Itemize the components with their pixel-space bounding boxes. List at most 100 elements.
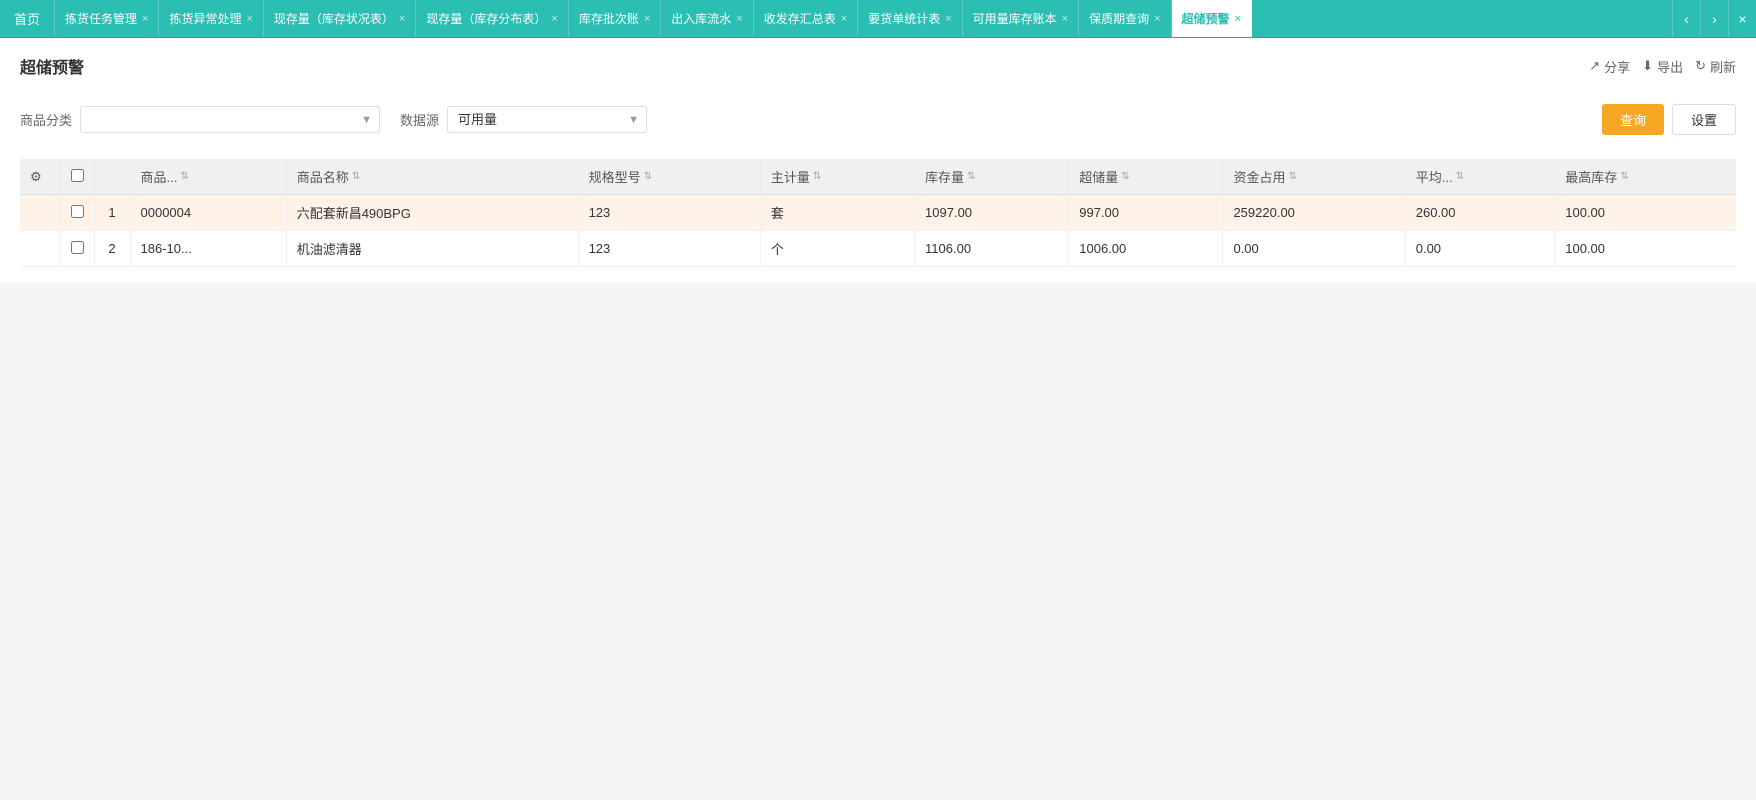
row-capital: 0.00 (1223, 231, 1405, 267)
row-gear-cell (20, 231, 60, 267)
nav-tab-拣货异常处理[interactable]: 拣货异常处理 × (159, 0, 263, 38)
nav-tab-现存量库存状况表[interactable]: 现存量（库存状况表） × (264, 0, 416, 38)
query-button[interactable]: 查询 (1602, 104, 1664, 135)
share-icon: ↗ (1589, 58, 1600, 74)
filter-bar: 商品分类 ▼ 数据源 可用量 ▼ 查询 设置 (20, 94, 1736, 145)
nav-tab-label: 要货单统计表 (868, 10, 940, 27)
nav-tab-label: 现存量（库存分布表） (426, 10, 546, 27)
th-maxstock[interactable]: 最高库存 ⇅ (1555, 159, 1736, 195)
th-spec-label: 规格型号 (589, 167, 641, 186)
th-rownum (94, 159, 130, 195)
row-sku: 186-10... (130, 231, 286, 267)
sort-icon: ⇅ (1620, 171, 1628, 182)
settings-button[interactable]: 设置 (1672, 104, 1736, 135)
th-capital-label: 资金占用 (1233, 167, 1285, 186)
close-icon[interactable]: × (644, 13, 650, 25)
nav-arrow-close[interactable]: × (1728, 0, 1756, 38)
row-checkbox[interactable] (71, 241, 84, 254)
share-button[interactable]: ↗ 分享 (1589, 57, 1630, 76)
filter-actions: 查询 设置 (1602, 104, 1736, 135)
close-icon[interactable]: × (551, 13, 557, 25)
row-name: 机油滤清器 (286, 231, 578, 267)
category-select[interactable] (80, 106, 380, 133)
sort-icon: ⇅ (1288, 171, 1296, 182)
datasource-label: 数据源 (400, 110, 439, 129)
page-content: 超储预警 ↗ 分享 ⬇ 导出 ↻ 刷新 商品分类 ▼ (0, 38, 1756, 283)
row-sku: 0000004 (130, 195, 286, 231)
th-unit-label: 主计量 (771, 167, 810, 186)
nav-tab-保质期查询[interactable]: 保质期查询 × (1079, 0, 1171, 38)
row-check-cell (60, 195, 94, 231)
th-stock-label: 库存量 (925, 167, 964, 186)
select-all-checkbox[interactable] (71, 169, 84, 182)
nav-tab-label: 可用量库存账本 (973, 10, 1057, 27)
close-icon[interactable]: × (246, 13, 252, 25)
table-body: 1 0000004 六配套新昌490BPG 123 套 1097.00 997.… (20, 195, 1736, 267)
share-label: 分享 (1604, 57, 1630, 76)
datasource-select[interactable]: 可用量 (447, 106, 647, 133)
nav-tab-label: 库存批次账 (579, 10, 639, 27)
nav-arrow-right[interactable]: › (1700, 0, 1728, 38)
page-actions: ↗ 分享 ⬇ 导出 ↻ 刷新 (1589, 57, 1736, 76)
filter-datasource: 数据源 可用量 ▼ (400, 106, 647, 133)
table-wrapper: ⚙ 商品... ⇅ 商品名称 (20, 159, 1736, 267)
nav-tab-可用量库存账本[interactable]: 可用量库存账本 × (963, 0, 1079, 38)
row-maxstock: 100.00 (1555, 231, 1736, 267)
nav-tab-label: 拣货任务管理 (65, 10, 137, 27)
th-gear: ⚙ (20, 159, 60, 195)
nav-tab-拣货任务管理[interactable]: 拣货任务管理 × (55, 0, 159, 38)
nav-tab-超储预警[interactable]: 超储预警 × (1172, 0, 1252, 38)
th-stock[interactable]: 库存量 ⇅ (915, 159, 1069, 195)
nav-tab-label: 保质期查询 (1089, 10, 1149, 27)
nav-home[interactable]: 首页 (0, 0, 55, 38)
close-icon[interactable]: × (399, 13, 405, 25)
th-sku[interactable]: 商品... ⇅ (130, 159, 286, 195)
row-stock: 1106.00 (915, 231, 1069, 267)
export-button[interactable]: ⬇ 导出 (1642, 57, 1683, 76)
row-overstock: 1006.00 (1069, 231, 1223, 267)
row-unit: 套 (760, 195, 914, 231)
row-overstock: 997.00 (1069, 195, 1223, 231)
th-name[interactable]: 商品名称 ⇅ (286, 159, 578, 195)
nav-tab-label: 拣货异常处理 (169, 10, 241, 27)
refresh-button[interactable]: ↻ 刷新 (1695, 57, 1736, 76)
th-avg[interactable]: 平均... ⇅ (1405, 159, 1555, 195)
nav-tab-label: 超储预警 (1182, 10, 1230, 27)
row-avg: 260.00 (1405, 195, 1555, 231)
close-icon[interactable]: × (1154, 13, 1160, 25)
th-unit[interactable]: 主计量 ⇅ (760, 159, 914, 195)
settings-icon[interactable]: ⚙ (30, 169, 42, 184)
close-icon[interactable]: × (1235, 13, 1241, 25)
row-gear-cell (20, 195, 60, 231)
close-icon[interactable]: × (736, 13, 742, 25)
th-overstock[interactable]: 超储量 ⇅ (1069, 159, 1223, 195)
close-icon[interactable]: × (1062, 13, 1068, 25)
close-icon[interactable]: × (841, 13, 847, 25)
th-spec[interactable]: 规格型号 ⇅ (578, 159, 760, 195)
nav-tab-收发存汇总表[interactable]: 收发存汇总表 × (754, 0, 858, 38)
nav-tab-出入库流水[interactable]: 出入库流水 × (661, 0, 753, 38)
sort-icon: ⇅ (180, 171, 188, 182)
close-icon[interactable]: × (142, 13, 148, 25)
row-checkbox[interactable] (71, 205, 84, 218)
filter-category: 商品分类 ▼ (20, 106, 380, 133)
nav-tab-要货单统计表[interactable]: 要货单统计表 × (858, 0, 962, 38)
sort-icon: ⇅ (1121, 171, 1129, 182)
page-title: 超储预警 (20, 54, 84, 78)
sort-icon: ⇅ (644, 171, 652, 182)
close-icon[interactable]: × (945, 13, 951, 25)
nav-arrow-left[interactable]: ‹ (1672, 0, 1700, 38)
row-spec: 123 (578, 195, 760, 231)
table-header-row: ⚙ 商品... ⇅ 商品名称 (20, 159, 1736, 195)
nav-tab-现存量库存分布表[interactable]: 现存量（库存分布表） × (416, 0, 568, 38)
nav-tab-label: 出入库流水 (671, 10, 731, 27)
th-name-label: 商品名称 (297, 167, 349, 186)
category-select-wrapper: ▼ (80, 106, 380, 133)
th-avg-label: 平均... (1416, 167, 1453, 186)
nav-tab-库存批次账[interactable]: 库存批次账 × (569, 0, 661, 38)
sort-icon: ⇅ (967, 171, 975, 182)
nav-tab-label: 收发存汇总表 (764, 10, 836, 27)
th-capital[interactable]: 资金占用 ⇅ (1223, 159, 1405, 195)
page-header: 超储预警 ↗ 分享 ⬇ 导出 ↻ 刷新 (20, 54, 1736, 78)
top-navigation: 首页 拣货任务管理 × 拣货异常处理 × 现存量（库存状况表） × 现存量（库存… (0, 0, 1756, 38)
